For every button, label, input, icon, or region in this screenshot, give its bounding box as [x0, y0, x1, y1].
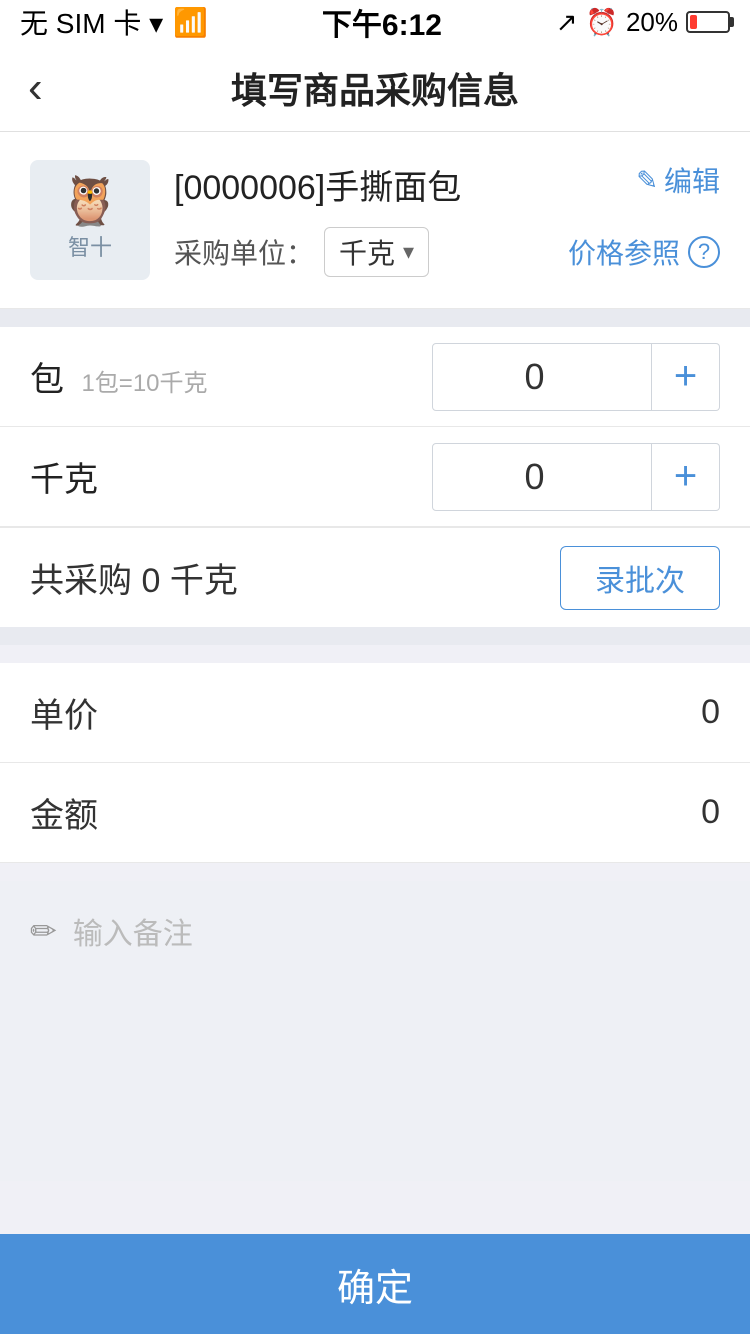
remark-section[interactable]: ✏ 输入备注 [0, 881, 750, 981]
bag-input[interactable] [432, 343, 652, 411]
product-name-row: [0000006]手撕面包 ✎ 编辑 [174, 160, 720, 209]
status-right: ↗ ⏰ 20% [556, 7, 730, 38]
kg-plus-button[interactable]: + [652, 443, 720, 511]
status-time: 下午6:12 [322, 0, 442, 44]
summary-text: 共采购 0 千克 [30, 553, 238, 602]
battery-fill [690, 15, 697, 29]
unit-left: 采购单位： 千克 ▾ [174, 227, 429, 277]
summary-unit-text [160, 562, 169, 600]
back-button[interactable]: ‹ [28, 66, 43, 110]
bag-input-wrap: + [432, 343, 720, 411]
bag-label-text: 包 [30, 361, 64, 399]
status-bar: 无 SIM 卡 ▾ 📶 下午6:12 ↗ ⏰ 20% [0, 0, 750, 44]
battery-icon [686, 11, 730, 33]
unit-price-row: 单价 0 [0, 663, 750, 763]
help-question: ? [698, 239, 710, 265]
sim-status: 无 SIM 卡 ▾ [20, 2, 163, 42]
price-section: 单价 0 金额 0 [0, 663, 750, 863]
section-divider-2 [0, 627, 750, 645]
product-id: [0000006] [174, 169, 325, 207]
summary-label: 共采购 [30, 562, 132, 600]
summary-row: 共采购 0 千克 录批次 [0, 527, 750, 627]
product-thumb-icon: 🦉 [60, 178, 120, 226]
chevron-down-icon: ▾ [403, 239, 414, 265]
confirm-button[interactable]: 确定 [0, 1234, 750, 1334]
wifi-icon: 📶 [173, 6, 208, 39]
amount-value: 0 [701, 793, 720, 832]
summary-value: 0 [141, 562, 160, 600]
edit-icon: ✎ [636, 165, 658, 196]
kg-label: 千克 [30, 452, 432, 501]
unit-label: 采购单位： [174, 232, 314, 272]
unit-value: 千克 [339, 232, 395, 272]
price-ref-button[interactable]: 价格参照 ? [568, 232, 720, 272]
bag-plus-button[interactable]: + [652, 343, 720, 411]
product-name: [0000006]手撕面包 [174, 160, 461, 209]
pencil-icon: ✏ [30, 912, 57, 950]
price-ref-label: 价格参照 [568, 232, 680, 272]
content-spacer [0, 981, 750, 1181]
unit-price-value: 0 [701, 693, 720, 732]
bag-label: 包 1包=10千克 [30, 352, 432, 401]
alarm-icon: ⏰ [586, 7, 618, 38]
kg-input-wrap: + [432, 443, 720, 511]
amount-label: 金额 [30, 788, 98, 837]
product-thumb-label: 智十 [68, 230, 112, 262]
main-content: 🦉 智十 [0000006]手撕面包 ✎ 编辑 采购单位： 千克 ▾ [0, 132, 750, 1281]
status-left: 无 SIM 卡 ▾ 📶 [20, 2, 208, 42]
remark-placeholder: 输入备注 [73, 909, 193, 953]
location-icon: ↗ [556, 7, 578, 38]
amount-row: 金额 0 [0, 763, 750, 863]
unit-select[interactable]: 千克 ▾ [324, 227, 429, 277]
edit-label: 编辑 [664, 160, 720, 200]
product-thumbnail: 🦉 智十 [30, 160, 150, 280]
product-title: 手撕面包 [325, 169, 461, 207]
battery-percent: 20% [626, 7, 678, 38]
batch-button[interactable]: 录批次 [560, 546, 720, 610]
bag-input-row: 包 1包=10千克 + [0, 327, 750, 427]
page-title: 填写商品采购信息 [231, 62, 519, 114]
unit-price-label: 单价 [30, 688, 98, 737]
edit-button[interactable]: ✎ 编辑 [636, 160, 720, 200]
input-section: 包 1包=10千克 + 千克 + 共采购 0 千克 录批次 [0, 327, 750, 627]
product-card: 🦉 智十 [0000006]手撕面包 ✎ 编辑 采购单位： 千克 ▾ [0, 132, 750, 309]
nav-bar: ‹ 填写商品采购信息 [0, 44, 750, 132]
section-divider-1 [0, 309, 750, 327]
kg-input[interactable] [432, 443, 652, 511]
help-icon[interactable]: ? [688, 236, 720, 268]
summary-unit: 千克 [170, 562, 238, 600]
product-unit-row: 采购单位： 千克 ▾ 价格参照 ? [174, 227, 720, 277]
kg-input-row: 千克 + [0, 427, 750, 527]
product-info: [0000006]手撕面包 ✎ 编辑 采购单位： 千克 ▾ 价格参照 [174, 160, 720, 277]
bag-hint: 1包=10千克 [81, 370, 207, 397]
